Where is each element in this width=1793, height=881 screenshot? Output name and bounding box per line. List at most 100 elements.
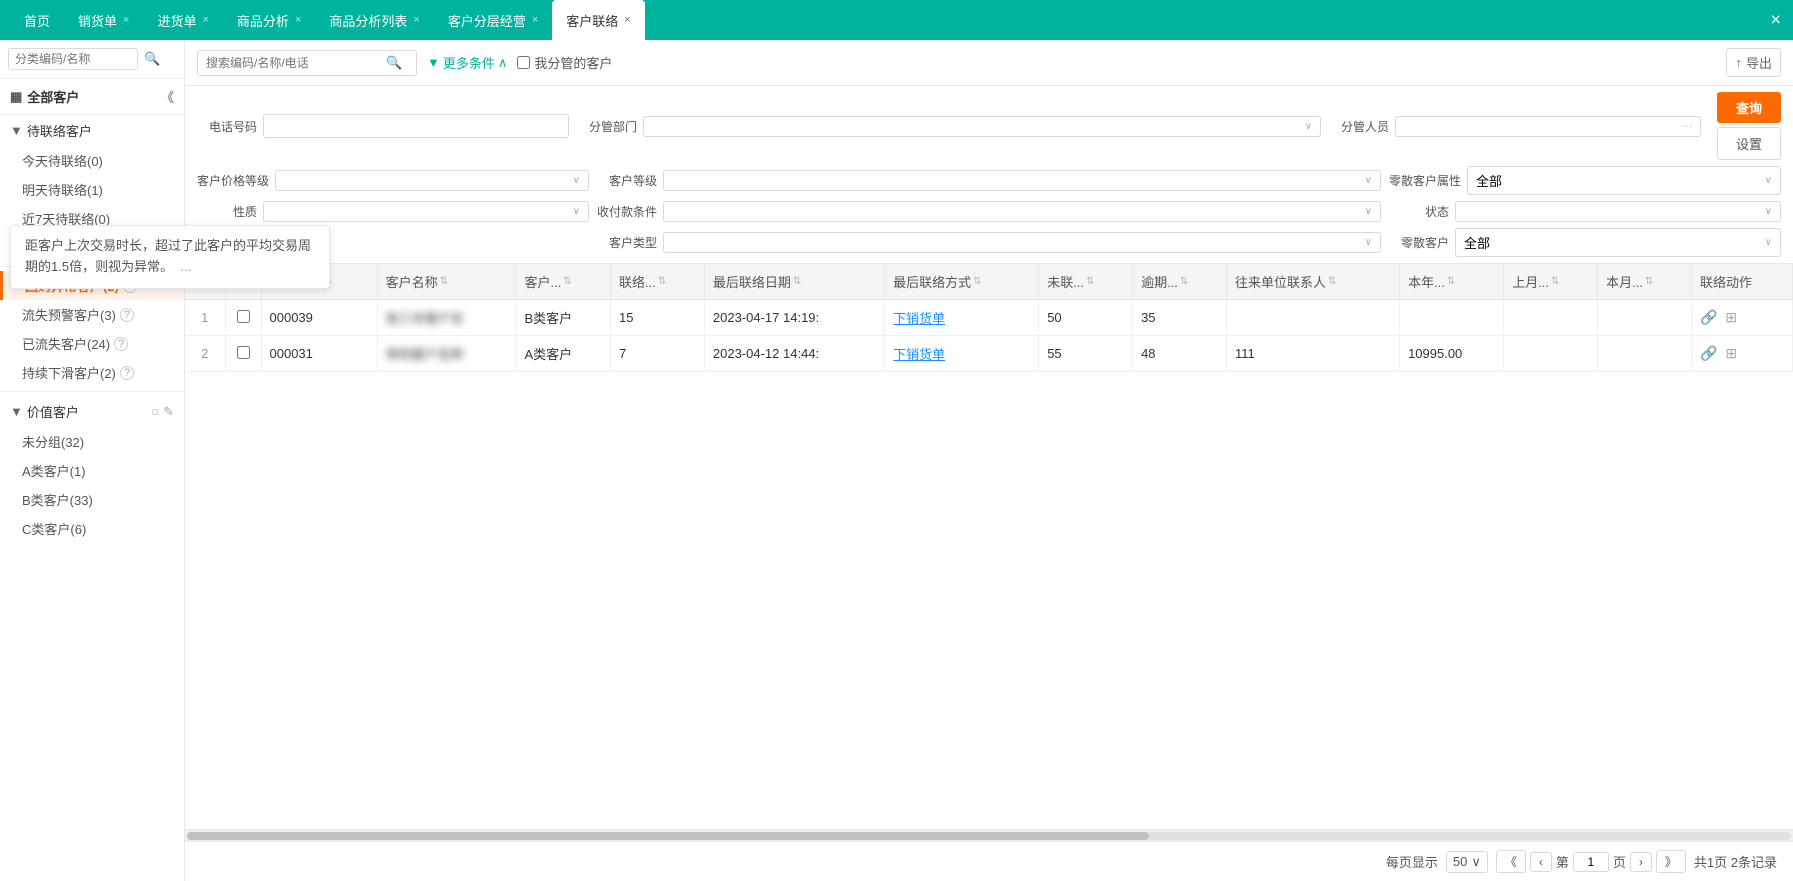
row2-check xyxy=(225,336,261,372)
window-close-button[interactable]: × xyxy=(1770,10,1781,31)
sidebar-item-tomorrow[interactable]: 明天待联络(1) xyxy=(0,175,184,204)
sidebar-item-c-class[interactable]: C类客户(6) xyxy=(0,514,184,543)
col-overdue-header: 逾期...⇅ xyxy=(1133,264,1227,300)
table-header-row: ⚙ 客户编码⇅ 客户名称⇅ 客 xyxy=(185,264,1793,300)
sidebar-item-a-class[interactable]: A类客户(1) xyxy=(0,456,184,485)
nav-purchase-close[interactable]: × xyxy=(202,14,208,26)
status-select[interactable]: ∨ xyxy=(1455,201,1781,222)
first-page-button[interactable]: 《 xyxy=(1496,850,1526,873)
nav-analysis-close[interactable]: × xyxy=(295,14,301,26)
row1-thisyear xyxy=(1400,300,1504,336)
retail-attr-select[interactable]: 全部 ∨ xyxy=(1467,166,1781,195)
more-conditions-button[interactable]: ▼ 更多条件 ∧ xyxy=(427,53,507,72)
row1-overdue: 35 xyxy=(1133,300,1227,336)
row2-checkbox[interactable] xyxy=(237,346,250,359)
last-page-button[interactable]: 》 xyxy=(1656,850,1686,873)
col-contact-sort-icon[interactable]: ⇅ xyxy=(658,276,666,287)
lost-info-icon[interactable]: ? xyxy=(114,337,128,351)
sidebar-item-declining[interactable]: 持续下滑客户(2) ? xyxy=(0,358,184,387)
export-button[interactable]: ↑ 导出 xyxy=(1726,48,1781,77)
nav-customer-contact-close[interactable]: × xyxy=(624,14,630,26)
sidebar-collapse-icon[interactable]: 《 xyxy=(161,87,174,106)
nav-analysis[interactable]: 商品分析 × xyxy=(223,0,315,40)
col-overdue-sort-icon[interactable]: ⇅ xyxy=(1180,276,1188,287)
col-unpaid-sort-icon[interactable]: ⇅ xyxy=(1086,276,1094,287)
pending-group-title[interactable]: ▼ 待联络客户 xyxy=(0,115,184,146)
retail-customer-select[interactable]: 全部 ∨ xyxy=(1455,228,1781,257)
search-input[interactable] xyxy=(206,56,386,70)
col-category-sort-icon[interactable]: ⇅ xyxy=(563,276,571,287)
nav-customer-contact[interactable]: 客户联络 × xyxy=(552,0,644,40)
prev-page-button[interactable]: ‹ xyxy=(1530,852,1552,872)
nav-customer-tier-close[interactable]: × xyxy=(532,14,538,26)
col-lastmethod-sort-icon[interactable]: ⇅ xyxy=(973,276,981,287)
my-customers-checkbox[interactable]: 我分管的客户 xyxy=(517,53,612,72)
manager-input[interactable]: ··· xyxy=(1395,116,1701,137)
customer-level-select[interactable]: ∨ xyxy=(663,170,1381,191)
nav-home[interactable]: 首页 xyxy=(10,0,64,40)
search-submit-icon[interactable]: 🔍 xyxy=(386,55,402,71)
row2-lastmethod-link[interactable]: 下销货单 xyxy=(893,347,945,362)
sidebar-item-ungroup[interactable]: 未分组(32) xyxy=(0,427,184,456)
price-level-select[interactable]: ∨ xyxy=(275,170,589,191)
nav-customer-tier[interactable]: 客户分层经营 × xyxy=(434,0,552,40)
col-lastmethod-label: 最后联络方式 xyxy=(893,272,971,291)
retail-customer-chevron-icon: ∨ xyxy=(1765,237,1772,248)
query-button[interactable]: 查询 xyxy=(1717,92,1781,123)
nav-sales[interactable]: 销货单 × xyxy=(64,0,143,40)
sidebar-all-customers-header[interactable]: ▦ 全部客户 《 xyxy=(0,79,184,115)
row1-link-icon[interactable]: 🔗 xyxy=(1700,309,1717,326)
tooltip-text: 距客户上次交易时长，超过了此客户的平均交易周期的1.5倍，则视为异常。 xyxy=(25,238,311,274)
next-page-button[interactable]: › xyxy=(1630,852,1652,872)
main-layout: 🔍 ▦ 全部客户 《 ▼ 待联络客户 今天待联络(0) 明天待联络(1) xyxy=(0,40,1793,881)
payment-select[interactable]: ∨ xyxy=(663,201,1381,222)
col-thismonth-sort-icon[interactable]: ⇅ xyxy=(1645,276,1653,287)
my-customers-input[interactable] xyxy=(517,56,530,69)
scroll-thumb[interactable] xyxy=(187,832,1149,840)
value-customer-circle-icon[interactable]: ○ xyxy=(151,404,159,419)
col-contact-label: 联络... xyxy=(619,272,656,291)
sidebar-item-lost[interactable]: 已流失客户(24) ? xyxy=(0,329,184,358)
value-customer-edit-icon[interactable]: ✎ xyxy=(163,404,174,420)
nav-purchase[interactable]: 进货单 × xyxy=(143,0,222,40)
nav-analysis-list[interactable]: 商品分析列表 × xyxy=(315,0,433,40)
col-lastdate-sort-icon[interactable]: ⇅ xyxy=(793,276,801,287)
row2-actions: 🔗 ⊞ xyxy=(1691,336,1792,372)
row2-contact: 7 xyxy=(611,336,705,372)
row1-checkbox[interactable] xyxy=(237,310,250,323)
nav-sales-close[interactable]: × xyxy=(123,14,129,26)
sidebar-search-icon[interactable]: 🔍 xyxy=(144,51,160,67)
phone-input[interactable] xyxy=(263,114,569,138)
value-customer-group-header[interactable]: ▼ 价值客户 ○ ✎ xyxy=(0,396,184,427)
customer-type-select[interactable]: ∨ xyxy=(663,232,1381,253)
nav-analysis-list-close[interactable]: × xyxy=(413,14,419,26)
col-name-label: 客户名称 xyxy=(386,272,438,291)
page-number-input[interactable] xyxy=(1573,852,1609,872)
col-contactperson-label: 往来单位联系人 xyxy=(1235,272,1326,291)
sidebar-item-loss-warning[interactable]: 流失预警客户(3) ? xyxy=(0,300,184,329)
row2-grid-icon[interactable]: ⊞ xyxy=(1725,345,1737,362)
sidebar-item-today[interactable]: 今天待联络(0) xyxy=(0,146,184,175)
declining-info-icon[interactable]: ? xyxy=(120,366,134,380)
col-lastmonth-sort-icon[interactable]: ⇅ xyxy=(1551,276,1559,287)
nature-select[interactable]: ∨ xyxy=(263,201,589,222)
sidebar-item-b-class[interactable]: B类客户(33) xyxy=(0,485,184,514)
row1-name-value: 张三丰客户名 xyxy=(386,308,464,327)
per-page-select[interactable]: 50 ∨ xyxy=(1446,851,1488,873)
row2-link-icon[interactable]: 🔗 xyxy=(1700,345,1717,362)
loss-warning-info-icon[interactable]: ? xyxy=(120,308,134,322)
row1-lastmethod-link[interactable]: 下销货单 xyxy=(893,311,945,326)
col-contactperson-sort-icon[interactable]: ⇅ xyxy=(1328,276,1336,287)
row1-grid-icon[interactable]: ⊞ xyxy=(1725,309,1737,326)
table-scrollbar[interactable] xyxy=(185,829,1793,841)
customer-level-chevron-icon: ∨ xyxy=(1365,175,1372,186)
col-name-sort-icon[interactable]: ⇅ xyxy=(440,276,448,287)
payment-label: 收付款条件 xyxy=(597,203,657,220)
sidebar-search-input[interactable] xyxy=(8,48,138,70)
value-customer-edit[interactable]: ○ ✎ xyxy=(151,404,174,420)
dept-select[interactable]: ∨ xyxy=(643,116,1321,137)
retail-attr-label: 零散客户属性 xyxy=(1389,172,1461,189)
col-thisyear-sort-icon[interactable]: ⇅ xyxy=(1447,276,1455,287)
filter-price-level: 客户价格等级 ∨ xyxy=(197,170,589,191)
setting-button[interactable]: 设置 xyxy=(1717,127,1781,160)
